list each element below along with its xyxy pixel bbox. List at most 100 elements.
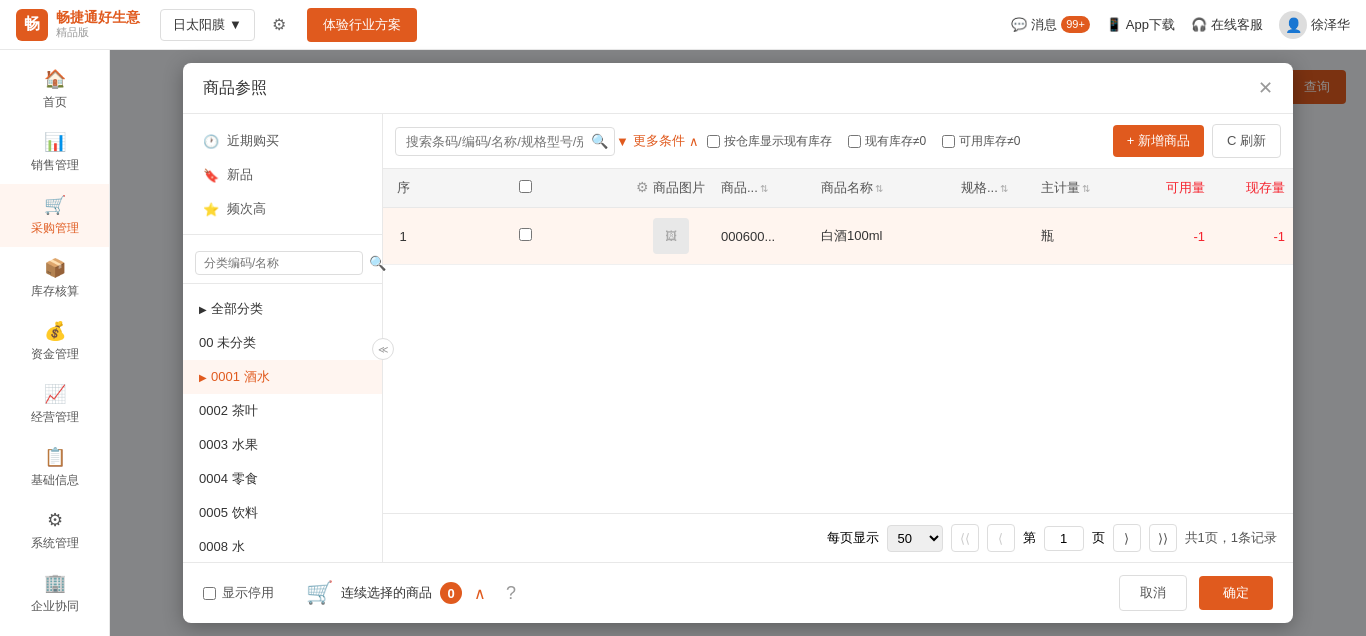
category-0005[interactable]: 0005 饮料: [183, 496, 382, 530]
sales-icon: 📊: [44, 131, 66, 153]
gear-icon[interactable]: ⚙: [263, 9, 295, 41]
last-page-btn[interactable]: ⟩⟩: [1149, 524, 1177, 552]
category-search-icon[interactable]: 🔍: [369, 255, 386, 271]
cart-collapse-icon[interactable]: ∧: [474, 584, 486, 603]
collapse-btn[interactable]: ≪: [372, 338, 394, 360]
cart-area[interactable]: 🛒 连续选择的商品 0 ∧: [306, 580, 486, 606]
cb-warehouse-input[interactable]: [707, 135, 720, 148]
sort-spec-icon: ⇅: [1000, 183, 1008, 194]
left-nav-recent-label: 近期购买: [227, 132, 279, 150]
message-nav-item[interactable]: 💬 消息 99+: [1011, 16, 1090, 34]
product-reference-dialog: 商品参照 ✕ ≪ 🕐 近期购买: [183, 63, 1293, 623]
category-search-input[interactable]: [195, 251, 363, 275]
message-label: 消息: [1031, 16, 1057, 34]
category-0004[interactable]: 0004 零食: [183, 462, 382, 496]
cb-warehouse-label: 按仓库显示现有库存: [724, 133, 832, 150]
sidebar-item-finance[interactable]: 💰 资金管理: [0, 310, 109, 373]
trial-btn[interactable]: 体验行业方案: [307, 8, 417, 42]
category-0002-label: 0002 茶叶: [199, 402, 258, 420]
help-icon[interactable]: ?: [506, 583, 516, 604]
dialog-header: 商品参照 ✕: [183, 63, 1293, 114]
first-page-btn[interactable]: ⟨⟨: [951, 524, 979, 552]
sidebar-item-home[interactable]: 🏠 首页: [0, 58, 109, 121]
sidebar-item-operations[interactable]: 📈 经营管理: [0, 373, 109, 436]
th-code[interactable]: 商品...⇅: [713, 169, 813, 208]
sidebar-label-purchase: 采购管理: [31, 220, 79, 237]
refresh-btn[interactable]: C 刷新: [1212, 124, 1281, 158]
user-nav-item[interactable]: 👤 徐泽华: [1279, 11, 1350, 39]
star-icon: ⭐: [203, 202, 219, 217]
sidebar-item-purchase[interactable]: 🛒 采购管理: [0, 184, 109, 247]
table-row[interactable]: 1 🖼 000600... 白酒100ml: [383, 208, 1293, 265]
row-checkbox[interactable]: [519, 228, 532, 241]
cart-count: 0: [440, 582, 462, 604]
next-page-btn[interactable]: ⟩: [1113, 524, 1141, 552]
logo-area: 畅 畅捷通好生意 精品版: [16, 9, 140, 41]
category-0008[interactable]: 0008 水: [183, 530, 382, 552]
cb-warehouse[interactable]: 按仓库显示现有库存: [707, 133, 832, 150]
prev-page-btn[interactable]: ⟨: [987, 524, 1015, 552]
th-checkbox[interactable]: [423, 169, 628, 208]
th-name[interactable]: 商品名称⇅: [813, 169, 953, 208]
product-table: 序 ⚙ 商品图片: [383, 169, 1293, 265]
th-unit[interactable]: 主计量⇅: [1033, 169, 1113, 208]
product-search-input[interactable]: [395, 127, 615, 156]
sidebar-label-operations: 经营管理: [31, 409, 79, 426]
dialog-title: 商品参照: [203, 78, 267, 99]
page-word2: 页: [1092, 529, 1105, 547]
sort-name-icon: ⇅: [875, 183, 883, 194]
category-0003-label: 0003 水果: [199, 436, 258, 454]
dialog-close-icon[interactable]: ✕: [1258, 77, 1273, 99]
app-nav-item[interactable]: 📱 App下载: [1106, 16, 1175, 34]
category-0003[interactable]: 0003 水果: [183, 428, 382, 462]
show-disabled-label: 显示停用: [222, 584, 274, 602]
sidebar-item-collab[interactable]: 🏢 企业协同: [0, 562, 109, 625]
page-number-input[interactable]: [1044, 526, 1084, 551]
filter-btn[interactable]: ▼ 更多条件 ∧: [616, 132, 699, 150]
app-label: App下载: [1126, 16, 1175, 34]
settings-col-icon[interactable]: ⚙: [636, 179, 649, 195]
left-nav-frequent-label: 频次高: [227, 200, 266, 218]
sidebar-item-basic[interactable]: 📋 基础信息: [0, 436, 109, 499]
select-all-checkbox[interactable]: [519, 180, 532, 193]
operations-icon: 📈: [44, 383, 66, 405]
cb-avail-stock-input[interactable]: [942, 135, 955, 148]
show-disabled-input[interactable]: [203, 587, 216, 600]
left-nav-frequent[interactable]: ⭐ 频次高: [191, 192, 374, 226]
product-img: 🖼: [653, 218, 689, 254]
cb-current-stock-label: 现有库存≠0: [865, 133, 926, 150]
show-disabled-checkbox[interactable]: 显示停用: [203, 584, 274, 602]
sidebar-item-inventory[interactable]: 📦 库存核算: [0, 247, 109, 310]
nav-selector[interactable]: 日太阳膜 ▼: [160, 9, 255, 41]
left-nav-new[interactable]: 🔖 新品: [191, 158, 374, 192]
purchase-icon: 🛒: [44, 194, 66, 216]
page-size-select[interactable]: 10 20 50 100: [887, 525, 943, 552]
service-nav-item[interactable]: 🎧 在线客服: [1191, 16, 1263, 34]
home-icon: 🏠: [44, 68, 66, 90]
category-all-label: 全部分类: [211, 300, 263, 318]
logo-text: 畅捷通好生意: [56, 9, 140, 26]
left-nav-new-label: 新品: [227, 166, 253, 184]
cb-avail-stock[interactable]: 可用库存≠0: [942, 133, 1020, 150]
sidebar-item-guide[interactable]: 🔔 新手引导: [0, 625, 109, 636]
category-00[interactable]: 00 未分类: [183, 326, 382, 360]
th-spec[interactable]: 规格...⇅: [953, 169, 1033, 208]
category-0001[interactable]: ▶ 0001 酒水: [183, 360, 382, 394]
cb-current-stock[interactable]: 现有库存≠0: [848, 133, 926, 150]
category-0008-label: 0008 水: [199, 538, 245, 552]
product-search-icon[interactable]: 🔍: [591, 133, 608, 149]
confirm-btn[interactable]: 确定: [1199, 576, 1273, 610]
sidebar-item-system[interactable]: ⚙ 系统管理: [0, 499, 109, 562]
category-0002[interactable]: 0002 茶叶: [183, 394, 382, 428]
cell-checkbox[interactable]: [423, 208, 628, 265]
cancel-btn[interactable]: 取消: [1119, 575, 1187, 611]
page-total-info: 共1页，1条记录: [1185, 529, 1277, 547]
collab-icon: 🏢: [44, 572, 66, 594]
left-nav-recent[interactable]: 🕐 近期购买: [191, 124, 374, 158]
dialog-overlay: 商品参照 ✕ ≪ 🕐 近期购买: [110, 50, 1366, 636]
cb-current-stock-input[interactable]: [848, 135, 861, 148]
category-all[interactable]: ▶ 全部分类: [183, 292, 382, 326]
add-product-btn[interactable]: + 新增商品: [1113, 125, 1204, 157]
sidebar-item-sales[interactable]: 📊 销售管理: [0, 121, 109, 184]
category-0001-arrow: ▶: [199, 372, 207, 383]
